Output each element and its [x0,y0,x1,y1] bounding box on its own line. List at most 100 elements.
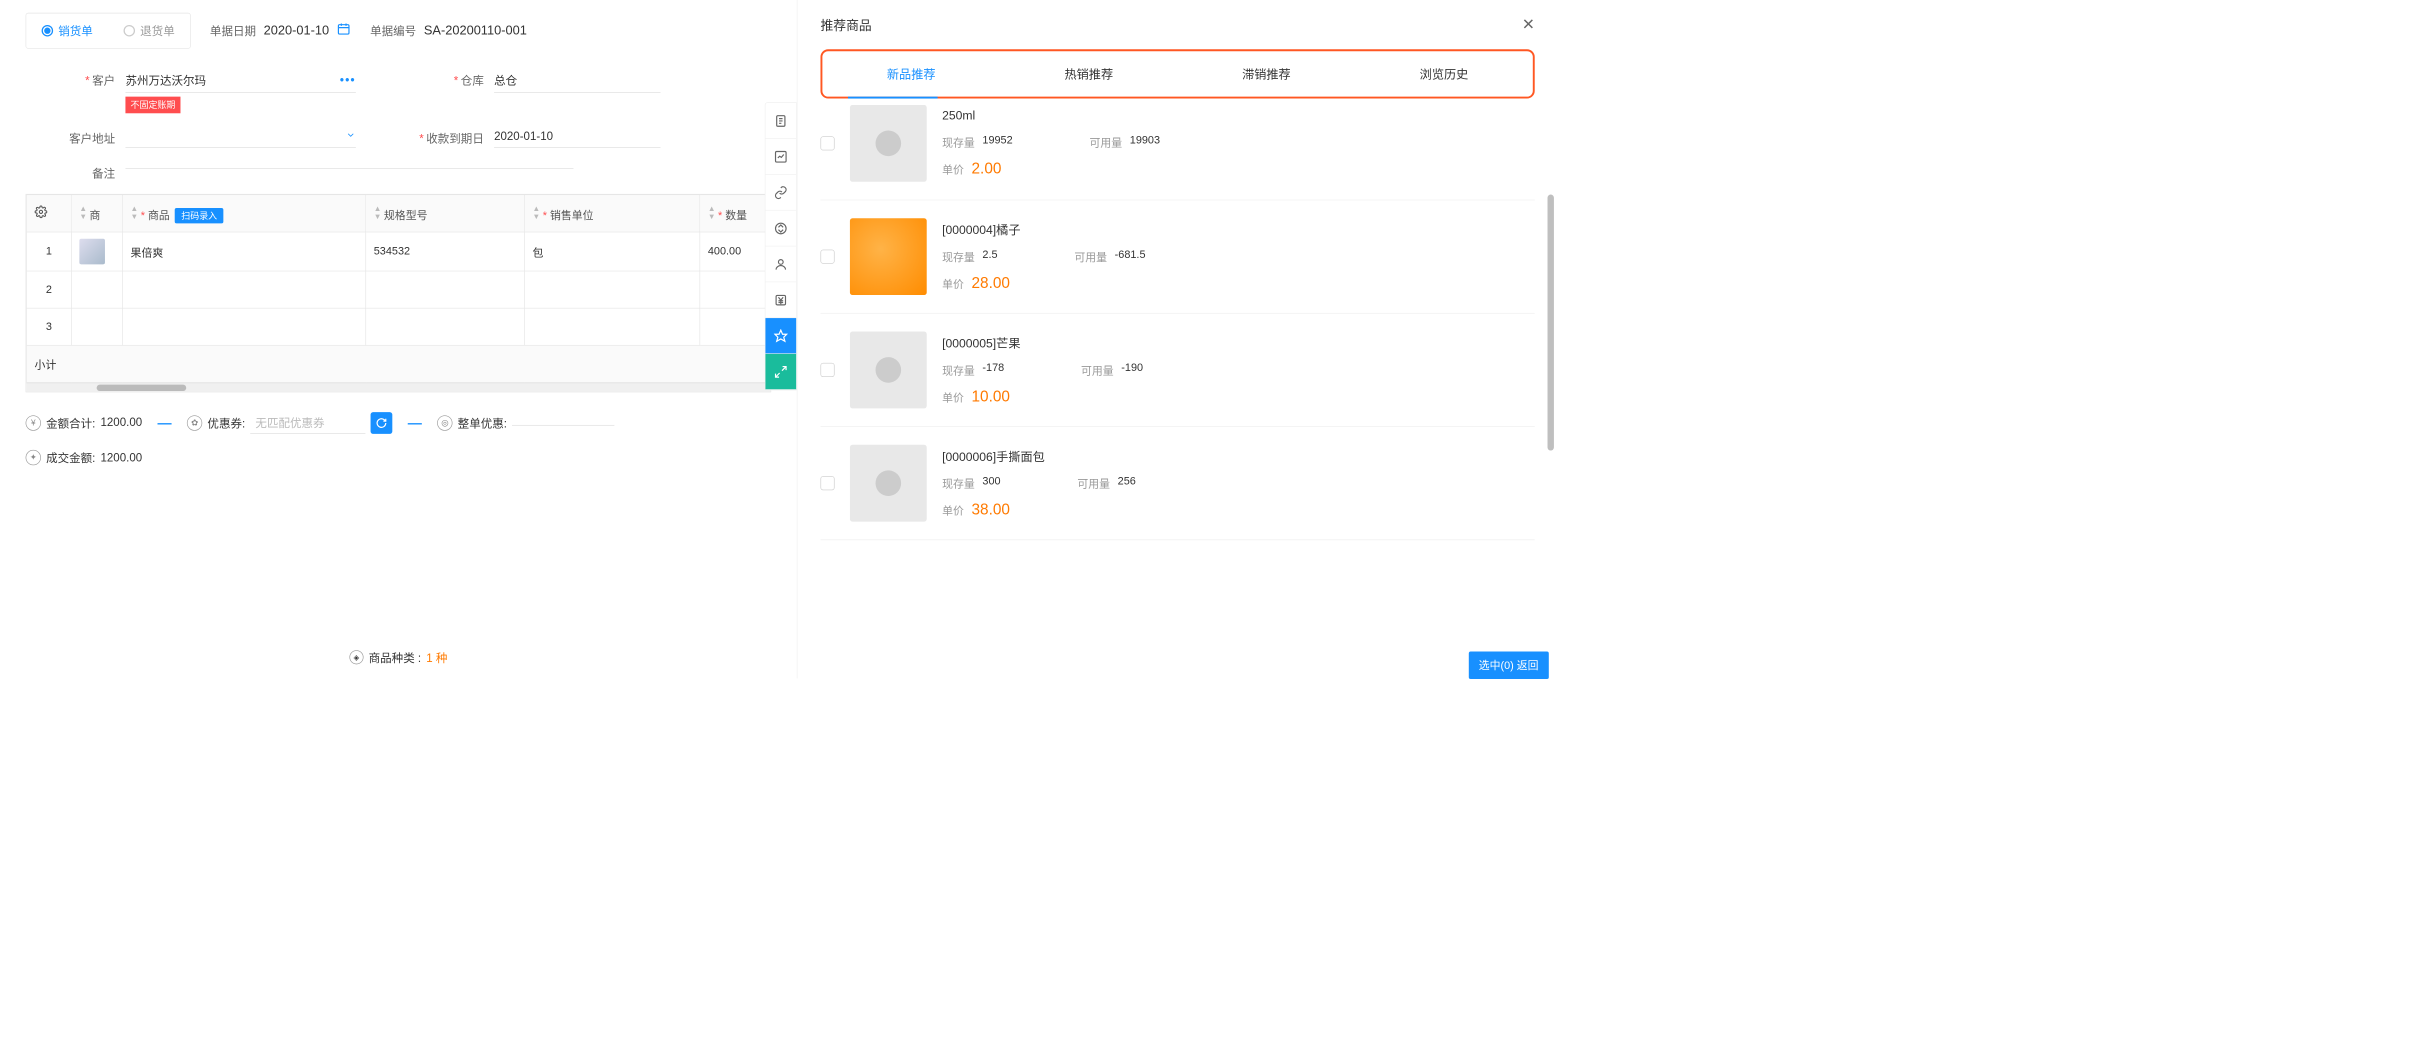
col-spec[interactable]: ▲▼规格型号 [366,195,525,232]
qty-cell[interactable]: 400.00 [700,232,770,271]
due-date-label: 收款到期日 [426,132,484,145]
col-unit[interactable]: ▲▼* 销售单位 [525,195,700,232]
tab-return-order[interactable]: 退货单 [108,13,190,48]
stock-label: 现存量 [942,133,975,149]
coupon-icon: ✿ [187,415,202,430]
stock-value: -178 [982,362,1004,378]
amount-label: 金额合计: [46,414,95,431]
due-date-value: 2020-01-10 [494,130,553,143]
price-value: 28.00 [972,275,1010,293]
subtotal-row: 小计 [27,345,771,382]
stock-value: 300 [982,475,1000,491]
table-row[interactable]: 1 果倍爽 534532 包 400.00 [27,232,771,271]
col-qty[interactable]: ▲▼* 数量 [700,195,770,232]
calendar-icon[interactable] [337,22,351,40]
account-period-badge: 不固定账期 [125,97,180,114]
rail-chart-icon[interactable] [765,139,796,175]
item-checkbox[interactable] [820,136,834,150]
rail-swap-icon[interactable] [765,211,796,247]
price-value: 2.00 [972,160,1002,178]
minus-icon: — [408,414,422,431]
spec-cell[interactable]: 534532 [366,232,525,271]
unit-cell[interactable]: 包 [525,232,700,271]
rail-link-icon[interactable] [765,175,796,211]
refresh-button[interactable] [371,412,393,434]
recommend-title: 推荐商品 [820,15,871,34]
item-checkbox[interactable] [820,250,834,264]
discount-input[interactable] [512,420,614,426]
stock-value: 19952 [982,133,1012,149]
rail-notes-icon[interactable] [765,103,796,139]
tab-hot-sales[interactable]: 热销推荐 [1000,51,1178,96]
product-name: 250ml [942,109,1535,123]
product-image [850,332,927,409]
avail-value: -190 [1121,362,1143,378]
close-icon[interactable]: ✕ [1522,15,1535,34]
product-name: [0000006]手撕面包 [942,447,1535,464]
ellipsis-icon[interactable]: ••• [340,73,356,86]
kinds-label: 商品种类 : [369,649,421,666]
recommend-item[interactable]: 250ml 现存量19952 可用量19903 单价2.00 [820,105,1534,200]
avail-value: -681.5 [1115,248,1146,264]
avail-label: 可用量 [1074,248,1107,264]
address-input[interactable] [125,126,355,148]
doc-date-label: 单据日期 [210,22,256,39]
price-label: 单价 [942,275,964,291]
amount-value: 1200.00 [100,416,142,429]
rail-yen-icon[interactable] [765,282,796,318]
recommend-item[interactable]: [0000004]橘子 现存量 2.5 可用量 -681.5 单价 28.00 [820,200,1534,313]
price-label: 单价 [942,160,964,176]
stock-value: 2.5 [982,248,997,264]
product-name: [0000004]橘子 [942,221,1535,238]
recommend-list[interactable]: 250ml 现存量19952 可用量19903 单价2.00 [0000004]… [797,105,1557,630]
avail-label: 可用量 [1089,133,1122,149]
recommend-item[interactable]: [0000006]手撕面包 现存量300 可用量256 单价38.00 [820,427,1534,540]
chevron-down-icon[interactable] [346,130,356,143]
table-row[interactable]: 3 [27,308,771,345]
tab-browse-history[interactable]: 浏览历史 [1355,51,1533,96]
col-thumb[interactable]: ▲▼商 [71,195,122,232]
item-checkbox[interactable] [820,476,834,490]
warehouse-label: 仓库 [461,74,484,87]
coupon-input[interactable]: 无匹配优惠券 [250,412,365,434]
doc-type-tabs: 销货单 退货单 [26,13,191,49]
avail-label: 可用量 [1077,475,1110,491]
discount-icon: ◎ [437,415,452,430]
minus-icon: — [158,414,172,431]
tab-slow-moving[interactable]: 滞销推荐 [1178,51,1356,96]
rail-expand-icon[interactable] [765,354,796,390]
item-checkbox[interactable] [820,363,834,377]
settings-column[interactable] [27,195,72,232]
vertical-scrollbar[interactable] [1548,195,1554,451]
table-row[interactable]: 2 [27,271,771,308]
col-product[interactable]: ▲▼* 商品扫码录入 [123,195,366,232]
product-name: [0000005]芒果 [942,334,1535,351]
avail-label: 可用量 [1081,362,1114,378]
yen-icon: ¥ [26,415,41,430]
doc-date-value[interactable]: 2020-01-10 [264,23,329,38]
address-label: 客户地址 [69,132,115,145]
recommend-item[interactable]: [0000005]芒果 现存量-178 可用量-190 单价10.00 [820,314,1534,427]
product-cell[interactable]: 果倍爽 [123,232,366,271]
product-image [850,445,927,522]
side-rail [765,102,797,390]
price-value: 38.00 [972,501,1010,519]
scan-input-button[interactable]: 扫码录入 [175,208,224,223]
tab-new-products[interactable]: 新品推荐 [822,51,1000,96]
due-date-input[interactable]: 2020-01-10 [494,126,660,148]
price-value: 10.00 [972,388,1010,406]
select-return-button[interactable]: 选中(0) 返回 [1468,652,1548,680]
customer-label: 客户 [92,74,115,87]
tab-sales-order[interactable]: 销货单 [26,13,108,48]
warehouse-input[interactable]: 总仓 [494,68,660,93]
rail-star-icon[interactable] [765,318,796,354]
rail-person-icon[interactable] [765,246,796,282]
avail-value: 256 [1118,475,1136,491]
doc-no-value: SA-20200110-001 [424,23,527,38]
horizontal-scrollbar[interactable] [26,383,770,392]
remark-input[interactable] [125,161,573,169]
radio-icon [124,25,136,37]
discount-label: 整单优惠: [458,414,507,431]
customer-input[interactable]: 苏州万达沃尔玛 ••• [125,68,355,93]
stock-label: 现存量 [942,248,975,264]
